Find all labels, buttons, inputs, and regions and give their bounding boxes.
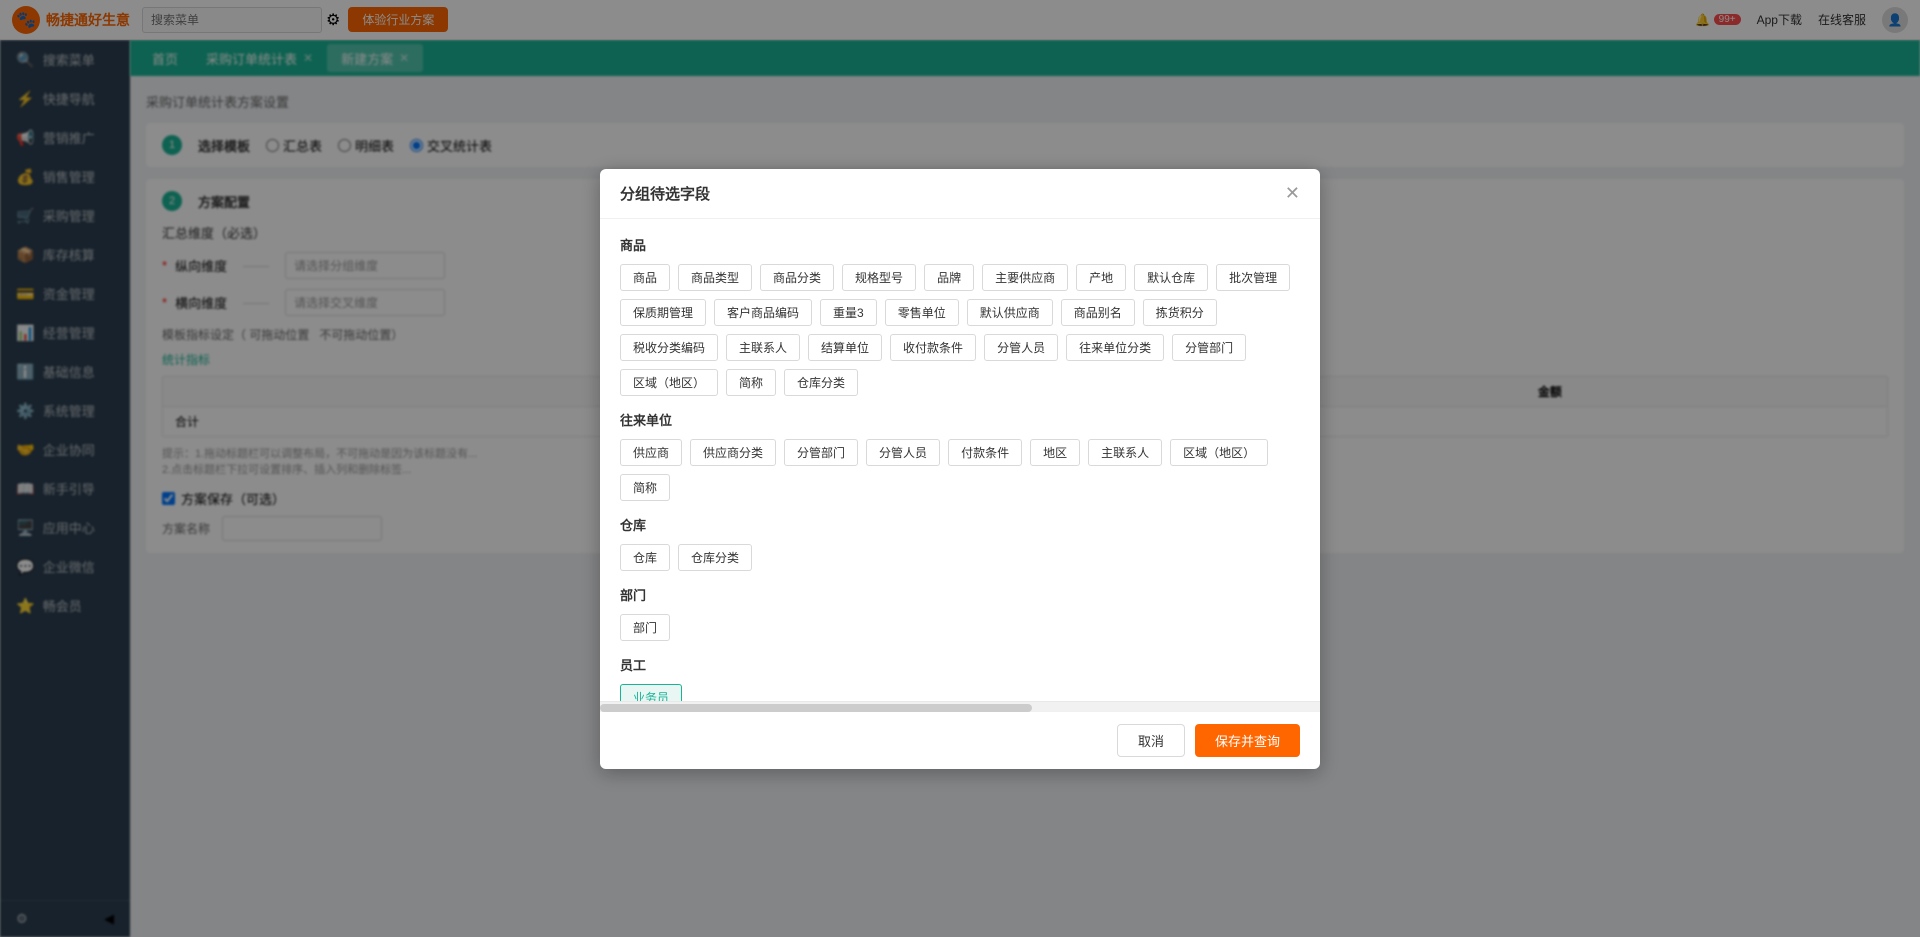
tag-expiry-mgmt[interactable]: 保质期管理 [620, 299, 706, 326]
tag-grid-dept: 部门 [620, 614, 1300, 641]
tag-default-warehouse[interactable]: 默认仓库 [1134, 264, 1208, 291]
tag-tax-code[interactable]: 税收分类编码 [620, 334, 718, 361]
tag-main-contact-party[interactable]: 主联系人 [1088, 439, 1162, 466]
tag-spec-model[interactable]: 规格型号 [842, 264, 916, 291]
tag-pick-points[interactable]: 拣货积分 [1143, 299, 1217, 326]
tag-area[interactable]: 地区 [1030, 439, 1080, 466]
overlay: 分组待选字段 ✕ 商品 商品 商品类型 商品分类 规格型号 品牌 主要供应商 产… [0, 0, 1920, 937]
tag-default-supplier[interactable]: 默认供应商 [967, 299, 1053, 326]
tag-warehouse[interactable]: 仓库 [620, 544, 670, 571]
field-selection-dialog: 分组待选字段 ✕ 商品 商品 商品类型 商品分类 规格型号 品牌 主要供应商 产… [600, 169, 1320, 769]
confirm-button[interactable]: 保存并查询 [1195, 724, 1300, 757]
tag-batch-mgmt[interactable]: 批次管理 [1216, 264, 1290, 291]
tag-weight3[interactable]: 重量3 [820, 299, 877, 326]
tag-abbr-goods[interactable]: 简称 [726, 369, 776, 396]
tag-payment-terms[interactable]: 收付款条件 [890, 334, 976, 361]
tag-supervisor[interactable]: 分管人员 [984, 334, 1058, 361]
tag-goods[interactable]: 商品 [620, 264, 670, 291]
tag-grid-goods: 商品 商品类型 商品分类 规格型号 品牌 主要供应商 产地 默认仓库 批次管理 … [620, 264, 1300, 396]
dialog-close-btn[interactable]: ✕ [1285, 184, 1300, 202]
tag-warehouse-category-goods[interactable]: 仓库分类 [784, 369, 858, 396]
tag-main-contact[interactable]: 主联系人 [726, 334, 800, 361]
section-title-dept: 部门 [620, 585, 1300, 604]
tag-settlement-unit[interactable]: 结算单位 [808, 334, 882, 361]
tag-dept[interactable]: 分管部门 [1172, 334, 1246, 361]
tag-goods-category[interactable]: 商品分类 [760, 264, 834, 291]
tag-brand[interactable]: 品牌 [924, 264, 974, 291]
section-title-employee: 员工 [620, 655, 1300, 674]
tag-abbr-party[interactable]: 简称 [620, 474, 670, 501]
tag-department[interactable]: 部门 [620, 614, 670, 641]
tag-customer-code[interactable]: 客户商品编码 [714, 299, 812, 326]
tag-supplier-category[interactable]: 供应商分类 [690, 439, 776, 466]
tag-party-category[interactable]: 往来单位分类 [1066, 334, 1164, 361]
dialog-title: 分组待选字段 [620, 183, 710, 204]
tag-grid-warehouse: 仓库 仓库分类 [620, 544, 1300, 571]
tag-warehouse-category[interactable]: 仓库分类 [678, 544, 752, 571]
tag-grid-employee: 业务员 [620, 684, 1300, 702]
dialog-hscrollbar[interactable] [600, 701, 1320, 710]
tag-region-party[interactable]: 区域（地区） [1170, 439, 1268, 466]
tag-main-supplier[interactable]: 主要供应商 [982, 264, 1068, 291]
tag-supervisor-party[interactable]: 分管人员 [866, 439, 940, 466]
tag-retail-unit[interactable]: 零售单位 [885, 299, 959, 326]
tag-origin[interactable]: 产地 [1076, 264, 1126, 291]
hscrollbar-thumb [600, 704, 1032, 712]
dialog-footer: 取消 保存并查询 [600, 711, 1320, 769]
section-title-goods: 商品 [620, 235, 1300, 254]
tag-dept-party[interactable]: 分管部门 [784, 439, 858, 466]
section-title-party: 往来单位 [620, 410, 1300, 429]
tag-goods-type[interactable]: 商品类型 [678, 264, 752, 291]
tag-goods-alias[interactable]: 商品别名 [1061, 299, 1135, 326]
dialog-header: 分组待选字段 ✕ [600, 169, 1320, 219]
tag-supplier[interactable]: 供应商 [620, 439, 682, 466]
tag-region-goods[interactable]: 区域（地区） [620, 369, 718, 396]
tag-grid-party: 供应商 供应商分类 分管部门 分管人员 付款条件 地区 主联系人 区域（地区） … [620, 439, 1300, 501]
tag-payment-cond[interactable]: 付款条件 [948, 439, 1022, 466]
dialog-body[interactable]: 商品 商品 商品类型 商品分类 规格型号 品牌 主要供应商 产地 默认仓库 批次… [600, 219, 1320, 702]
tag-salesperson[interactable]: 业务员 [620, 684, 682, 702]
section-title-warehouse: 仓库 [620, 515, 1300, 534]
cancel-button[interactable]: 取消 [1117, 724, 1185, 757]
